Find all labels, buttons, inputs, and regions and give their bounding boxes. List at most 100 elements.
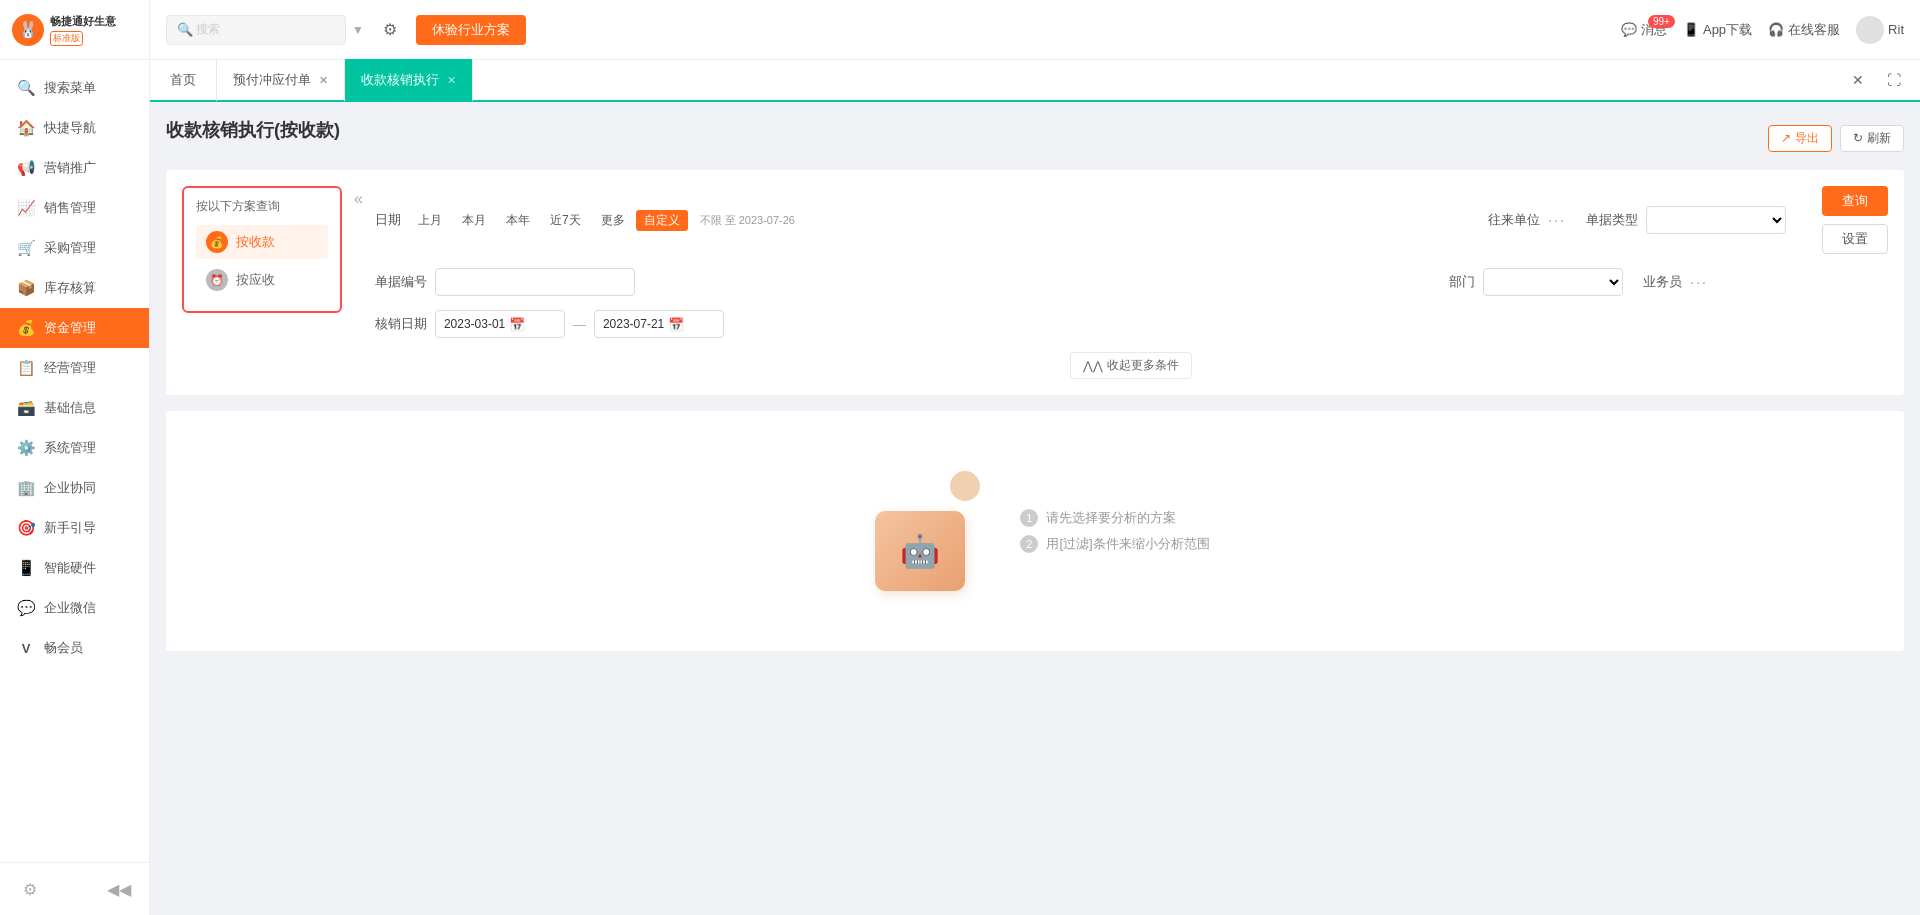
filter-fields: 日期 上月 本月 本年 近7天 更多 自定义 不限 至 2023-07-26 往… (375, 186, 1888, 379)
refresh-button[interactable]: ↻ 刷新 (1840, 125, 1904, 152)
doc-number-field: 单据编号 (375, 268, 635, 296)
date-unlimited-text: 不限 至 2023-07-26 (700, 213, 795, 228)
date-field: 日期 上月 本月 本年 近7天 更多 自定义 不限 至 2023-07-26 (375, 209, 795, 232)
tab-actions: ✕ ⛶ (1844, 66, 1920, 94)
finance-icon: 💰 (16, 318, 36, 338)
header-search-area: 🔍 搜索 ▼ ⚙ 休验行业方案 (166, 14, 1621, 46)
writeoff-end-date[interactable]: 2023-07-21 📅 (594, 310, 724, 338)
tab-prepaid-close[interactable]: ✕ (319, 74, 328, 87)
sidebar-item-system[interactable]: ⚙️ 系统管理 (0, 428, 149, 468)
search-dropdown-icon[interactable]: ▼ (352, 23, 364, 37)
marketing-icon: 📢 (16, 158, 36, 178)
sidebar-item-sales[interactable]: 📈 销售管理 (0, 188, 149, 228)
sales-icon: 📈 (16, 198, 36, 218)
messages-button[interactable]: 💬 消息 99+ (1621, 21, 1667, 39)
receivable-icon: ⏰ (206, 269, 228, 291)
sidebar-item-guide[interactable]: 🎯 新手引导 (0, 508, 149, 548)
filter-by-receipt[interactable]: 💰 按收款 (196, 225, 328, 259)
counterpart-field: 往来单位 ··· (1488, 211, 1566, 229)
member-icon: V (16, 638, 36, 658)
hint-2: 2 用[过滤]条件来缩小分析范围 (1020, 535, 1209, 553)
date-btn-7days[interactable]: 近7天 (541, 209, 590, 232)
sidebar-item-basic-info[interactable]: 🗃️ 基础信息 (0, 388, 149, 428)
sidebar-item-quick-nav[interactable]: 🏠 快捷导航 (0, 108, 149, 148)
settings-button[interactable]: 设置 (1822, 224, 1888, 254)
tab-expand-icon[interactable]: ⛶ (1880, 66, 1908, 94)
query-type-title: 按以下方案查询 (196, 198, 328, 215)
date-btn-this-month[interactable]: 本月 (453, 209, 495, 232)
dept-label: 部门 (1449, 273, 1475, 291)
industry-solution-button[interactable]: 休验行业方案 (416, 15, 526, 45)
date-btn-more[interactable]: 更多 (592, 209, 634, 232)
logo-icon: 🐰 (12, 14, 44, 46)
message-icon: 💬 (1621, 22, 1637, 37)
page-title: 收款核销执行(按收款) (166, 118, 340, 142)
tab-close-all-icon[interactable]: ✕ (1844, 66, 1872, 94)
search-box[interactable]: 🔍 搜索 (166, 15, 346, 45)
doc-type-select[interactable] (1646, 206, 1786, 234)
robot-head-bubble (950, 471, 980, 501)
logo-text: 畅捷通好生意 标准版 (50, 14, 116, 46)
sidebar-item-hardware[interactable]: 📱 智能硬件 (0, 548, 149, 588)
filter-by-receivable[interactable]: ⏰ 按应收 (196, 263, 328, 297)
empty-hints: 1 请先选择要分析的方案 2 用[过滤]条件来缩小分析范围 (1020, 509, 1209, 553)
search-icon: 🔍 (16, 78, 36, 98)
main-area: 🔍 搜索 ▼ ⚙ 休验行业方案 💬 消息 99+ 📱 App下载 🎧 在线客服 (150, 0, 1920, 915)
staff-dots: ··· (1690, 274, 1708, 290)
tab-bar: 首页 预付冲应付单 ✕ 收款核销执行 ✕ ✕ ⛶ (150, 60, 1920, 102)
chevron-up-icon: ⋀⋀ (1083, 359, 1103, 373)
hint-1-number: 1 (1020, 509, 1038, 527)
header-right-area: 💬 消息 99+ 📱 App下载 🎧 在线客服 Rit (1621, 16, 1904, 44)
tab-receivable[interactable]: 收款核销执行 ✕ (345, 59, 473, 101)
basic-info-icon: 🗃️ (16, 398, 36, 418)
collapse-more-area: ⋀⋀ 收起更多条件 (375, 352, 1888, 379)
staff-field: 业务员 ··· (1643, 273, 1708, 291)
date-btn-this-year[interactable]: 本年 (497, 209, 539, 232)
tab-home[interactable]: 首页 (150, 59, 217, 101)
avatar-img (1856, 16, 1884, 44)
doc-number-input[interactable] (435, 268, 635, 296)
header-settings-icon[interactable]: ⚙ (374, 14, 406, 46)
date-btn-last-month[interactable]: 上月 (409, 209, 451, 232)
date-btn-custom[interactable]: 自定义 (636, 210, 688, 231)
sidebar-bottom: ⚙ ◀◀ (0, 862, 149, 915)
query-type-selector: 按以下方案查询 💰 按收款 ⏰ 按应收 (182, 186, 342, 313)
collapse-more-button[interactable]: ⋀⋀ 收起更多条件 (1070, 352, 1192, 379)
writeoff-start-date[interactable]: 2023-03-01 📅 (435, 310, 565, 338)
date-label: 日期 (375, 211, 401, 229)
sidebar-item-purchase[interactable]: 🛒 采购管理 (0, 228, 149, 268)
dept-select[interactable] (1483, 268, 1623, 296)
sidebar-collapse-icon[interactable]: ◀◀ (105, 875, 133, 903)
empty-illustration: 🤖 (860, 471, 980, 591)
filter-row-2: 单据编号 部门 业务员 ··· (375, 268, 1888, 296)
tab-receivable-close[interactable]: ✕ (447, 74, 456, 87)
query-button[interactable]: 查询 (1822, 186, 1888, 216)
sidebar-item-member[interactable]: V 畅会员 (0, 628, 149, 668)
header: 🔍 搜索 ▼ ⚙ 休验行业方案 💬 消息 99+ 📱 App下载 🎧 在线客服 (150, 0, 1920, 60)
sidebar-item-finance[interactable]: 💰 资金管理 (0, 308, 149, 348)
inventory-icon: 📦 (16, 278, 36, 298)
system-icon: ⚙️ (16, 438, 36, 458)
sidebar-item-wechat[interactable]: 💬 企业微信 (0, 588, 149, 628)
sidebar-settings-icon[interactable]: ⚙ (16, 875, 44, 903)
export-icon: ↗ (1781, 131, 1791, 145)
empty-state: 🤖 1 请先选择要分析的方案 2 用[过滤]条件来缩小分析范围 (166, 411, 1904, 651)
user-avatar[interactable]: Rit (1856, 16, 1904, 44)
home-icon: 🏠 (16, 118, 36, 138)
app-download-button[interactable]: 📱 App下载 (1683, 21, 1752, 39)
collapse-icon[interactable]: « (350, 186, 367, 212)
export-button[interactable]: ↗ 导出 (1768, 125, 1832, 152)
sidebar-menu: 🔍 搜索菜单 🏠 快捷导航 📢 营销推广 📈 销售管理 🛒 采购管理 📦 库存核… (0, 60, 149, 862)
hardware-icon: 📱 (16, 558, 36, 578)
sidebar-item-search[interactable]: 🔍 搜索菜单 (0, 68, 149, 108)
sidebar-item-marketing[interactable]: 📢 营销推广 (0, 148, 149, 188)
sidebar-item-inventory[interactable]: 📦 库存核算 (0, 268, 149, 308)
sidebar-item-operations[interactable]: 📋 经营管理 (0, 348, 149, 388)
tab-prepaid[interactable]: 预付冲应付单 ✕ (217, 59, 345, 101)
online-support-button[interactable]: 🎧 在线客服 (1768, 21, 1840, 39)
calendar-start-icon: 📅 (509, 317, 525, 332)
enterprise-icon: 🏢 (16, 478, 36, 498)
sidebar-item-enterprise[interactable]: 🏢 企业协同 (0, 468, 149, 508)
doc-number-label: 单据编号 (375, 273, 427, 291)
sidebar: 🐰 畅捷通好生意 标准版 🔍 搜索菜单 🏠 快捷导航 📢 营销推广 📈 销售管理… (0, 0, 150, 915)
